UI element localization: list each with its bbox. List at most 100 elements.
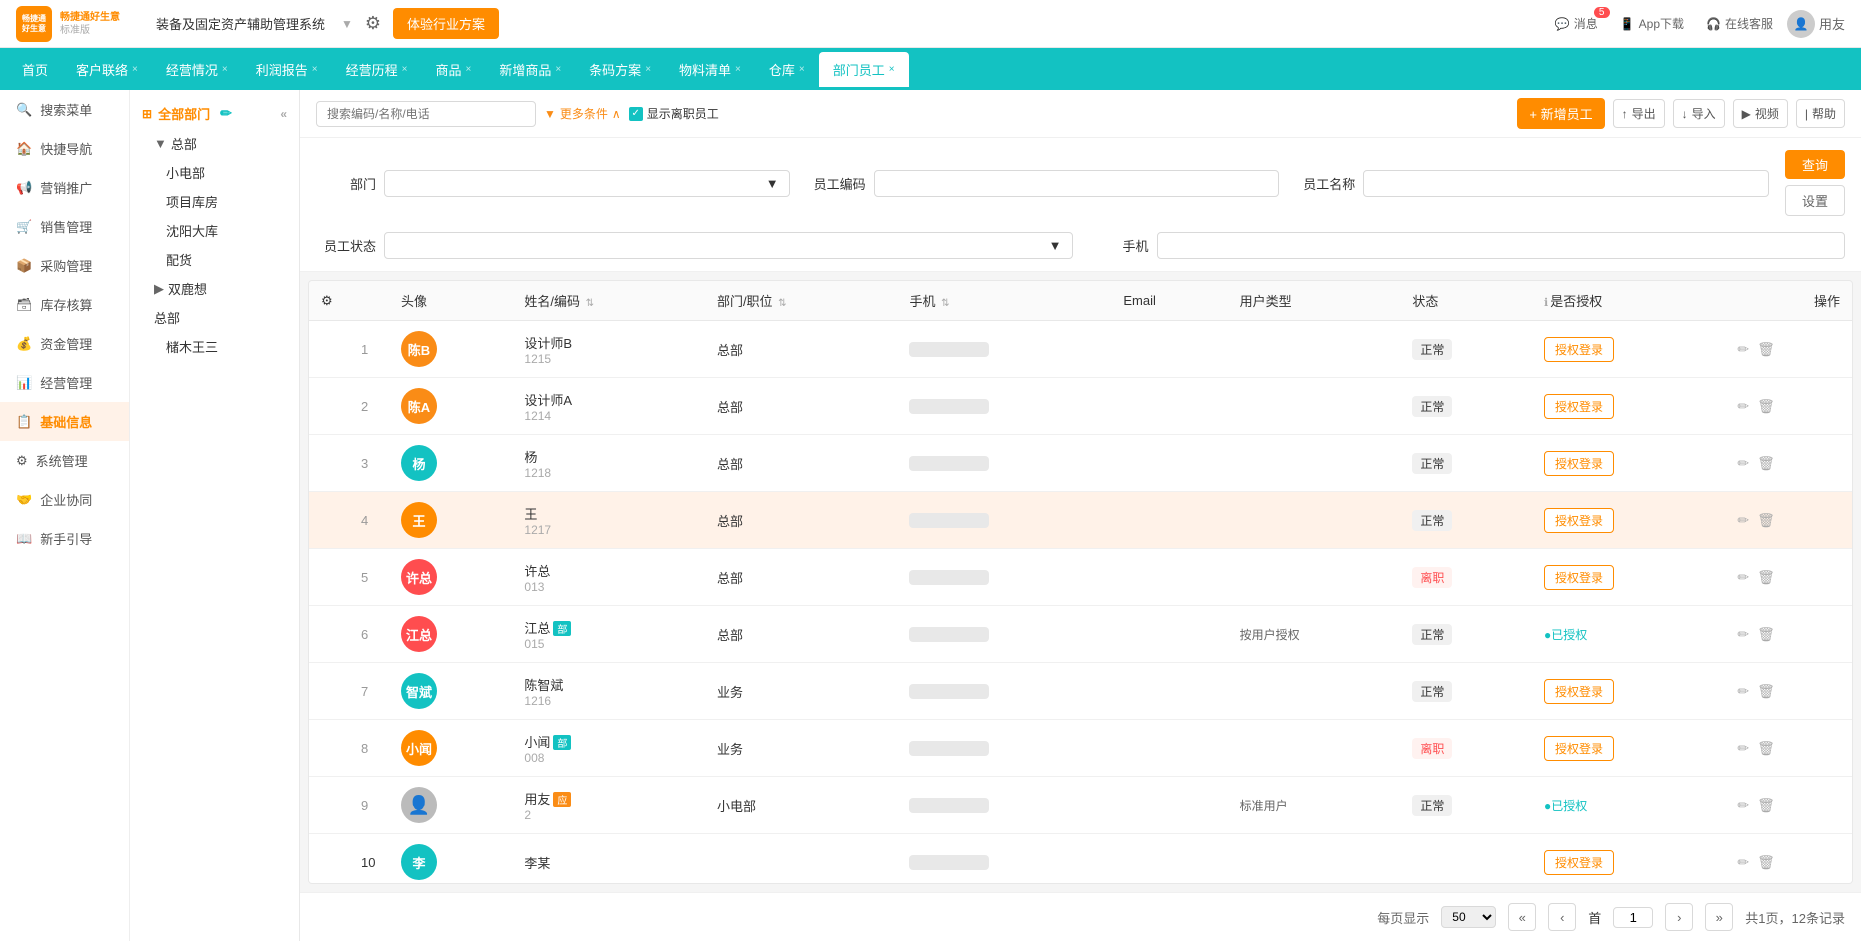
nav-tab-close[interactable]: ×	[402, 64, 408, 75]
dept-node-zongbu2[interactable]: 总部	[130, 303, 299, 332]
left-nav-item-guide[interactable]: 📖 新手引导	[0, 519, 129, 558]
trial-button[interactable]: 体验行业方案	[393, 8, 499, 39]
edit-icon-2[interactable]: ✏	[1737, 455, 1749, 472]
nav-tab-close[interactable]: ×	[465, 64, 471, 75]
delete-icon-6[interactable]: 🗑	[1757, 683, 1775, 700]
delete-icon-7[interactable]: 🗑	[1757, 740, 1775, 757]
nav-tab-商品[interactable]: 商品×	[421, 52, 485, 87]
emp-code-input[interactable]	[874, 170, 1280, 197]
left-nav-item-operations[interactable]: 📊 经营管理	[0, 363, 129, 402]
filter-button[interactable]: ▼ 更多条件 ∧	[544, 105, 621, 122]
left-nav-item-quick-nav[interactable]: 🏠 快捷导航	[0, 129, 129, 168]
dept-collapse-icon[interactable]: «	[280, 107, 287, 121]
auth-btn-9[interactable]: 授权登录	[1544, 850, 1614, 875]
nav-tab-close[interactable]: ×	[222, 64, 228, 75]
edit-icon-0[interactable]: ✏	[1737, 341, 1749, 358]
nav-tab-仓库[interactable]: 仓库×	[755, 52, 819, 87]
last-page-button[interactable]: »	[1705, 903, 1733, 931]
left-nav-item-basic-info[interactable]: 📋 基础信息	[0, 402, 129, 441]
dept-node-zongbu-root[interactable]: ▼ 总部	[130, 129, 299, 158]
message-button[interactable]: 💬 消息 5	[1547, 11, 1606, 36]
left-nav-item-collab[interactable]: 🤝 企业协同	[0, 480, 129, 519]
query-button[interactable]: 查询	[1785, 150, 1845, 179]
nav-tab-客户联络[interactable]: 客户联络×	[62, 52, 152, 87]
nav-tab-close[interactable]: ×	[555, 64, 561, 75]
edit-icon-4[interactable]: ✏	[1737, 569, 1749, 586]
th-gear[interactable]: ⚙	[309, 281, 349, 321]
dept-node-peihuo[interactable]: 配货	[130, 245, 299, 274]
delete-icon-1[interactable]: 🗑	[1757, 398, 1775, 415]
nav-tab-利润报告[interactable]: 利润报告×	[242, 52, 332, 87]
first-page-button[interactable]: «	[1508, 903, 1536, 931]
left-nav-item-search-menu[interactable]: 🔍 搜索菜单	[0, 90, 129, 129]
nav-tab-close[interactable]: ×	[889, 64, 895, 75]
phone-input[interactable]	[1157, 232, 1846, 259]
left-nav-item-inventory[interactable]: 🗃 库存核算	[0, 285, 129, 324]
nav-tab-close[interactable]: ×	[735, 64, 741, 75]
edit-icon-5[interactable]: ✏	[1737, 626, 1749, 643]
nav-tab-close[interactable]: ×	[132, 64, 138, 75]
emp-status-select[interactable]: ▼	[384, 232, 1073, 259]
help-button[interactable]: | 帮助	[1796, 99, 1845, 128]
dept-node-xiaodianbu[interactable]: 小电部	[130, 158, 299, 187]
auth-button-6[interactable]: 授权登录	[1544, 679, 1614, 704]
dept-node-shenyang[interactable]: 沈阳大库	[130, 216, 299, 245]
search-input[interactable]	[316, 101, 536, 127]
auth-button-3[interactable]: 授权登录	[1544, 508, 1614, 533]
edit-icon-6[interactable]: ✏	[1737, 683, 1749, 700]
left-nav-item-marketing[interactable]: 📢 营销推广	[0, 168, 129, 207]
dept-node-shuangpingxiang[interactable]: ▶ 双鹿想	[130, 274, 299, 303]
nav-tab-close[interactable]: ×	[645, 64, 651, 75]
app-download-button[interactable]: 📱 App下载	[1612, 11, 1692, 36]
edit-icon-7[interactable]: ✏	[1737, 740, 1749, 757]
dept-node-xiangmu[interactable]: 项目库房	[130, 187, 299, 216]
auth-button-0[interactable]: 授权登录	[1544, 337, 1614, 362]
gear-icon[interactable]: ⚙	[321, 293, 333, 308]
delete-icon-3[interactable]: 🗑	[1757, 512, 1775, 529]
auth-button-7[interactable]: 授权登录	[1544, 736, 1614, 761]
nav-tab-新增商品[interactable]: 新增商品×	[485, 52, 575, 87]
nav-tab-close[interactable]: ×	[312, 64, 318, 75]
import-button[interactable]: ↓ 导入	[1673, 99, 1725, 128]
user-area[interactable]: 👤 用友	[1787, 10, 1845, 38]
sys-title-arrow[interactable]: ▼	[341, 17, 353, 31]
delete-icon-0[interactable]: 🗑	[1757, 341, 1775, 358]
show-resigned-checkbox[interactable]: ✓	[629, 107, 643, 121]
delete-icon-9[interactable]: 🗑	[1757, 854, 1775, 871]
left-nav-item-sales[interactable]: 🛒 销售管理	[0, 207, 129, 246]
auth-button-2[interactable]: 授权登录	[1544, 451, 1614, 476]
dept-header[interactable]: ⊞ 全部部门 ✏ «	[130, 98, 299, 129]
online-service-button[interactable]: 🎧 在线客服	[1698, 11, 1781, 36]
edit-icon-3[interactable]: ✏	[1737, 512, 1749, 529]
nav-tab-物料清单[interactable]: 物料清单×	[665, 52, 755, 87]
dept-select[interactable]: ▼	[384, 170, 790, 197]
dept-node-pumiuwangsan[interactable]: 槠木王三	[130, 332, 299, 361]
page-size-select[interactable]: 50 20 100	[1441, 906, 1496, 928]
page-number-input[interactable]	[1613, 907, 1653, 928]
export-button[interactable]: ↑ 导出	[1613, 99, 1665, 128]
next-page-button[interactable]: ›	[1665, 903, 1693, 931]
nav-tab-经营情况[interactable]: 经营情况×	[152, 52, 242, 87]
add-employee-button[interactable]: + 新增员工	[1517, 98, 1604, 129]
delete-icon-4[interactable]: 🗑	[1757, 569, 1775, 586]
auth-button-1[interactable]: 授权登录	[1544, 394, 1614, 419]
nav-tab-经营历程[interactable]: 经营历程×	[332, 52, 422, 87]
edit-icon-1[interactable]: ✏	[1737, 398, 1749, 415]
auth-button-4[interactable]: 授权登录	[1544, 565, 1614, 590]
nav-tab-条码方案[interactable]: 条码方案×	[575, 52, 665, 87]
edit-icon-9[interactable]: ✏	[1737, 854, 1749, 871]
show-resigned-toggle[interactable]: ✓ 显示离职员工	[629, 105, 719, 122]
emp-name-input[interactable]	[1363, 170, 1769, 197]
th-dept[interactable]: 部门/职位 ⇅	[705, 281, 898, 321]
dept-header-edit-icon[interactable]: ✏	[220, 105, 232, 122]
th-name[interactable]: 姓名/编码 ⇅	[512, 281, 705, 321]
prev-page-button[interactable]: ‹	[1548, 903, 1576, 931]
th-phone[interactable]: 手机 ⇅	[897, 281, 1111, 321]
left-nav-item-purchase[interactable]: 📦 采购管理	[0, 246, 129, 285]
delete-icon-8[interactable]: 🗑	[1757, 797, 1775, 814]
left-nav-item-finance[interactable]: 💰 资金管理	[0, 324, 129, 363]
delete-icon-5[interactable]: 🗑	[1757, 626, 1775, 643]
settings-button[interactable]: 设置	[1785, 185, 1845, 216]
delete-icon-2[interactable]: 🗑	[1757, 455, 1775, 472]
nav-tab-首页[interactable]: 首页	[8, 52, 62, 87]
